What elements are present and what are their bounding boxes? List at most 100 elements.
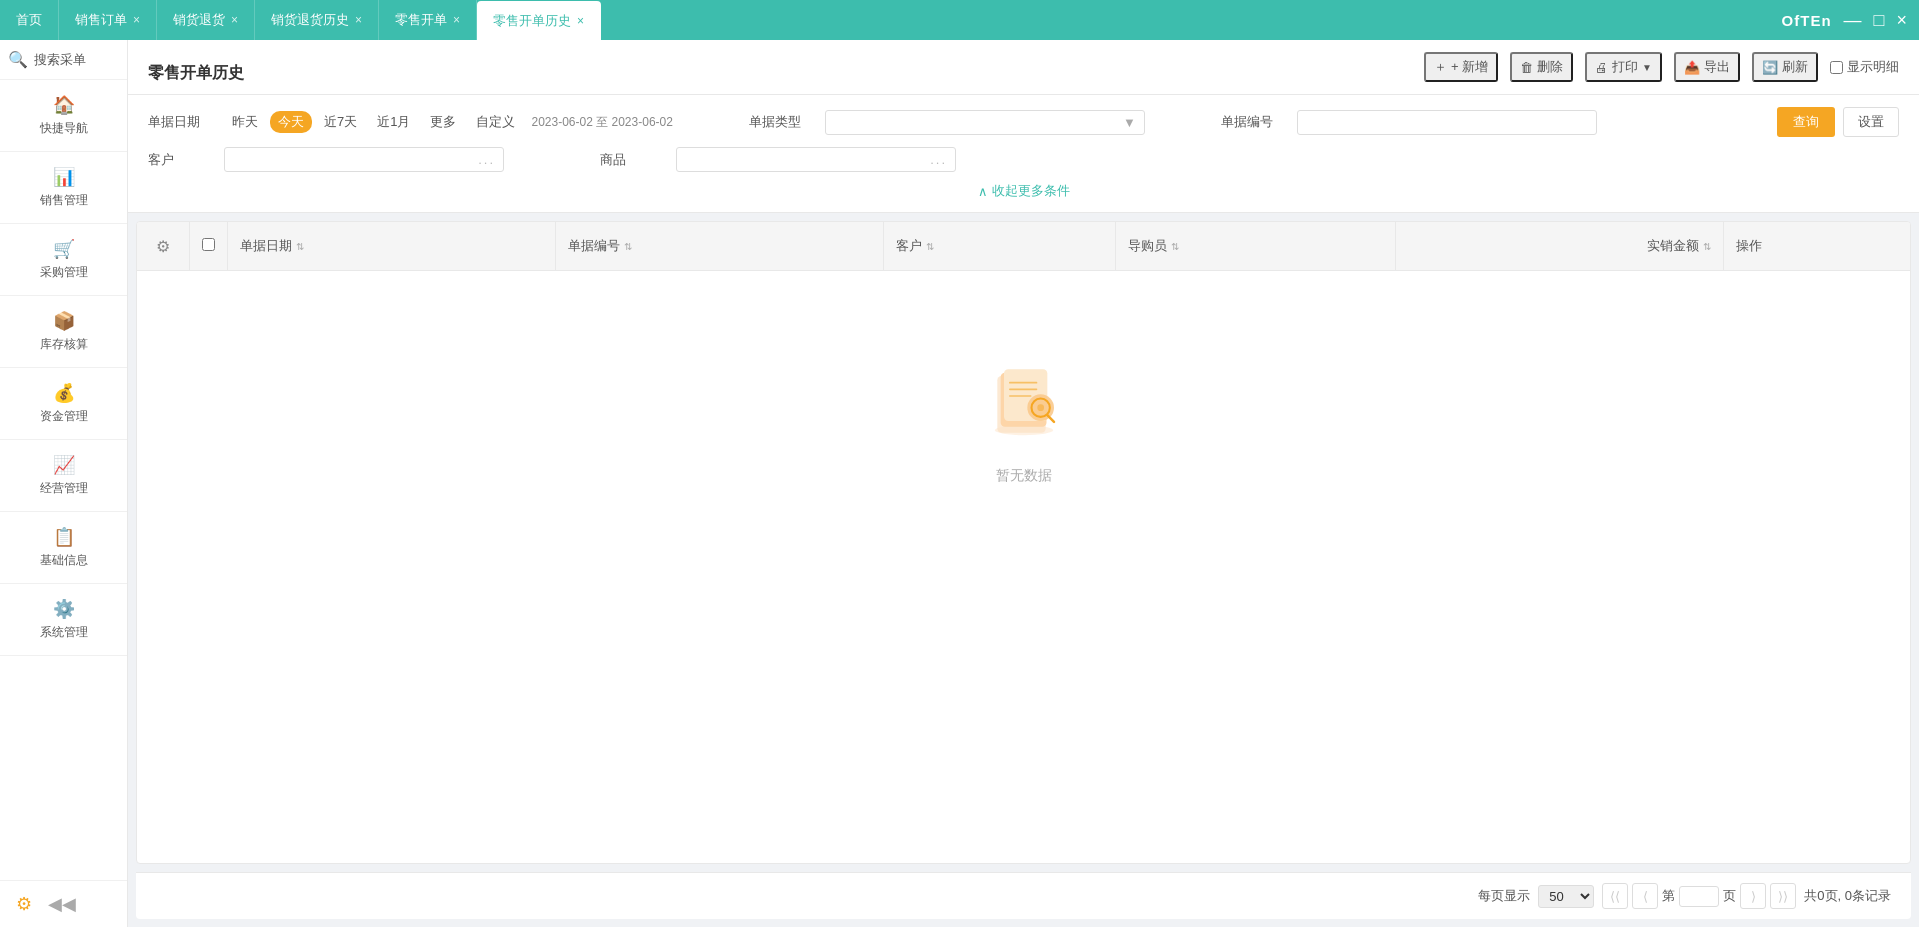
table-container: ⚙ 单据日期 ⇅ 单据编号 bbox=[136, 221, 1911, 864]
sidebar-item-operations[interactable]: 📈 经营管理 bbox=[0, 440, 127, 512]
select-all-checkbox[interactable] bbox=[202, 238, 215, 251]
date-range-display: 2023-06-02 至 2023-06-02 bbox=[531, 114, 672, 131]
info-icon: 📋 bbox=[53, 526, 75, 548]
th-action-label: 操作 bbox=[1736, 238, 1762, 253]
pagination-bar: 每页显示 10 20 50 100 ⟨⟨ ⟨ 第 1 页 ⟩ ⟩⟩ 共0页, 0… bbox=[136, 872, 1911, 919]
page-input[interactable]: 1 bbox=[1679, 886, 1719, 907]
date-filter-label: 单据日期 bbox=[148, 113, 208, 131]
delete-button[interactable]: 🗑 删除 bbox=[1510, 52, 1573, 82]
sidebar-item-purchase-mgmt[interactable]: 🛒 采购管理 bbox=[0, 224, 127, 296]
filter-row-2: 客户 ... 商品 ... bbox=[148, 147, 1899, 172]
sidebar-collapse-btn[interactable]: ◀◀ bbox=[48, 893, 76, 915]
tab-retail-history-close[interactable]: × bbox=[577, 14, 584, 28]
tab-sales-return-history-label: 销货退货历史 bbox=[271, 11, 349, 29]
th-number-label: 单据编号 bbox=[568, 237, 620, 255]
tab-retail-order[interactable]: 零售开单 × bbox=[379, 0, 477, 40]
tab-sales-return-label: 销货退货 bbox=[173, 11, 225, 29]
sidebar-item-purchase-mgmt-label: 采购管理 bbox=[40, 264, 88, 281]
page-first-button[interactable]: ⟨⟨ bbox=[1602, 883, 1628, 909]
tab-sales-return[interactable]: 销货退货 × bbox=[157, 0, 255, 40]
th-settings: ⚙ bbox=[137, 222, 190, 271]
sidebar-item-quick-nav[interactable]: 🏠 快捷导航 bbox=[0, 80, 127, 152]
date-opt-more[interactable]: 更多 bbox=[422, 111, 464, 133]
main-layout: 🔍 搜索采单 🏠 快捷导航 📊 销售管理 🛒 采购管理 📦 库存核算 💰 资金管… bbox=[0, 40, 1919, 927]
goods-filter-select[interactable]: ... bbox=[676, 147, 956, 172]
sidebar-search[interactable]: 🔍 搜索采单 bbox=[0, 40, 127, 80]
date-opt-custom[interactable]: 自定义 bbox=[468, 111, 523, 133]
settings-bottom-icon[interactable]: ⚙ bbox=[16, 893, 32, 915]
page-prev-button[interactable]: ⟨ bbox=[1632, 883, 1658, 909]
date-opt-7days[interactable]: 近7天 bbox=[316, 111, 365, 133]
sidebar-item-basic-info-label: 基础信息 bbox=[40, 552, 88, 569]
tab-retail-order-close[interactable]: × bbox=[453, 13, 460, 27]
th-customer[interactable]: 客户 ⇅ bbox=[884, 222, 1116, 271]
search-icon: 🔍 bbox=[8, 50, 28, 69]
page-header: 零售开单历史 ＋ + 新增 🗑 删除 🖨 打印 ▼ 📤 导出 bbox=[128, 40, 1919, 95]
topbar-minimize[interactable]: — bbox=[1844, 10, 1862, 31]
query-button[interactable]: 查询 bbox=[1777, 107, 1835, 137]
tab-retail-history[interactable]: 零售开单历史 × bbox=[477, 1, 601, 41]
tab-sales-order-close[interactable]: × bbox=[133, 13, 140, 27]
type-filter-select[interactable]: ▼ bbox=[825, 110, 1145, 135]
tab-sales-return-history[interactable]: 销货退货历史 × bbox=[255, 0, 379, 40]
sort-customer-icon: ⇅ bbox=[926, 241, 934, 252]
sidebar-item-inventory[interactable]: 📦 库存核算 bbox=[0, 296, 127, 368]
per-page-select[interactable]: 10 20 50 100 bbox=[1538, 885, 1594, 908]
box-icon: 📦 bbox=[53, 310, 75, 332]
collapse-button[interactable]: ∧ 收起更多条件 bbox=[978, 182, 1070, 200]
th-salesman[interactable]: 导购员 ⇅ bbox=[1116, 222, 1396, 271]
tab-home-label: 首页 bbox=[16, 11, 42, 29]
content-area: 零售开单历史 ＋ + 新增 🗑 删除 🖨 打印 ▼ 📤 导出 bbox=[128, 40, 1919, 927]
col-settings-icon[interactable]: ⚙ bbox=[149, 232, 177, 260]
topbar-maximize[interactable]: □ bbox=[1874, 10, 1885, 31]
th-action: 操作 bbox=[1724, 222, 1910, 271]
type-filter-label: 单据类型 bbox=[749, 113, 809, 131]
refresh-icon: 🔄 bbox=[1762, 60, 1778, 75]
date-opt-yesterday[interactable]: 昨天 bbox=[224, 111, 266, 133]
page-last-button[interactable]: ⟩⟩ bbox=[1770, 883, 1796, 909]
print-label: 打印 bbox=[1612, 58, 1638, 76]
sort-number-icon: ⇅ bbox=[624, 241, 632, 252]
goods-filter-label: 商品 bbox=[600, 151, 660, 169]
cart-icon: 🛒 bbox=[53, 238, 75, 260]
export-button[interactable]: 📤 导出 bbox=[1674, 52, 1740, 82]
th-number[interactable]: 单据编号 ⇅ bbox=[556, 222, 884, 271]
sidebar-item-finance[interactable]: 💰 资金管理 bbox=[0, 368, 127, 440]
empty-text: 暂无数据 bbox=[996, 467, 1052, 485]
sidebar-item-sales-mgmt[interactable]: 📊 销售管理 bbox=[0, 152, 127, 224]
customer-dots: ... bbox=[478, 152, 495, 167]
settings-button[interactable]: 设置 bbox=[1843, 107, 1899, 137]
tab-home[interactable]: 首页 bbox=[0, 0, 59, 40]
page-next-button[interactable]: ⟩ bbox=[1740, 883, 1766, 909]
sidebar-item-quick-nav-label: 快捷导航 bbox=[40, 120, 88, 137]
print-button[interactable]: 🖨 打印 ▼ bbox=[1585, 52, 1662, 82]
display-cols-input[interactable] bbox=[1830, 61, 1843, 74]
tab-sales-return-close[interactable]: × bbox=[231, 13, 238, 27]
tab-retail-order-label: 零售开单 bbox=[395, 11, 447, 29]
money-icon: 💰 bbox=[53, 382, 75, 404]
th-checkbox[interactable] bbox=[190, 222, 228, 271]
customer-filter-select[interactable]: ... bbox=[224, 147, 504, 172]
sidebar-item-sys-mgmt[interactable]: ⚙️ 系统管理 bbox=[0, 584, 127, 656]
th-amount[interactable]: 实销金额 ⇅ bbox=[1396, 222, 1724, 271]
filter-area: 单据日期 昨天 今天 近7天 近1月 更多 自定义 2023-06-02 至 2… bbox=[128, 95, 1919, 213]
sidebar-item-basic-info[interactable]: 📋 基础信息 bbox=[0, 512, 127, 584]
empty-cell: 暂无数据 bbox=[137, 271, 1910, 566]
date-opt-1month[interactable]: 近1月 bbox=[369, 111, 418, 133]
number-filter-input[interactable] bbox=[1297, 110, 1597, 135]
refresh-button[interactable]: 🔄 刷新 bbox=[1752, 52, 1818, 82]
sidebar-item-sys-mgmt-label: 系统管理 bbox=[40, 624, 88, 641]
brand-text: OfTEn bbox=[1782, 12, 1832, 29]
add-button[interactable]: ＋ + 新增 bbox=[1424, 52, 1498, 82]
gear-icon: ⚙️ bbox=[53, 598, 75, 620]
operations-icon: 📈 bbox=[53, 454, 75, 476]
th-date[interactable]: 单据日期 ⇅ bbox=[228, 222, 556, 271]
top-tabbar: 首页 销售订单 × 销货退货 × 销货退货历史 × 零售开单 × 零售开单历史 … bbox=[0, 0, 1919, 40]
tab-sales-return-history-close[interactable]: × bbox=[355, 13, 362, 27]
date-opt-today[interactable]: 今天 bbox=[270, 111, 312, 133]
tab-sales-order-label: 销售订单 bbox=[75, 11, 127, 29]
display-cols-checkbox[interactable]: 显示明细 bbox=[1830, 58, 1899, 76]
topbar-close-app[interactable]: × bbox=[1896, 10, 1907, 31]
tab-sales-order[interactable]: 销售订单 × bbox=[59, 0, 157, 40]
sidebar-item-sales-mgmt-label: 销售管理 bbox=[40, 192, 88, 209]
